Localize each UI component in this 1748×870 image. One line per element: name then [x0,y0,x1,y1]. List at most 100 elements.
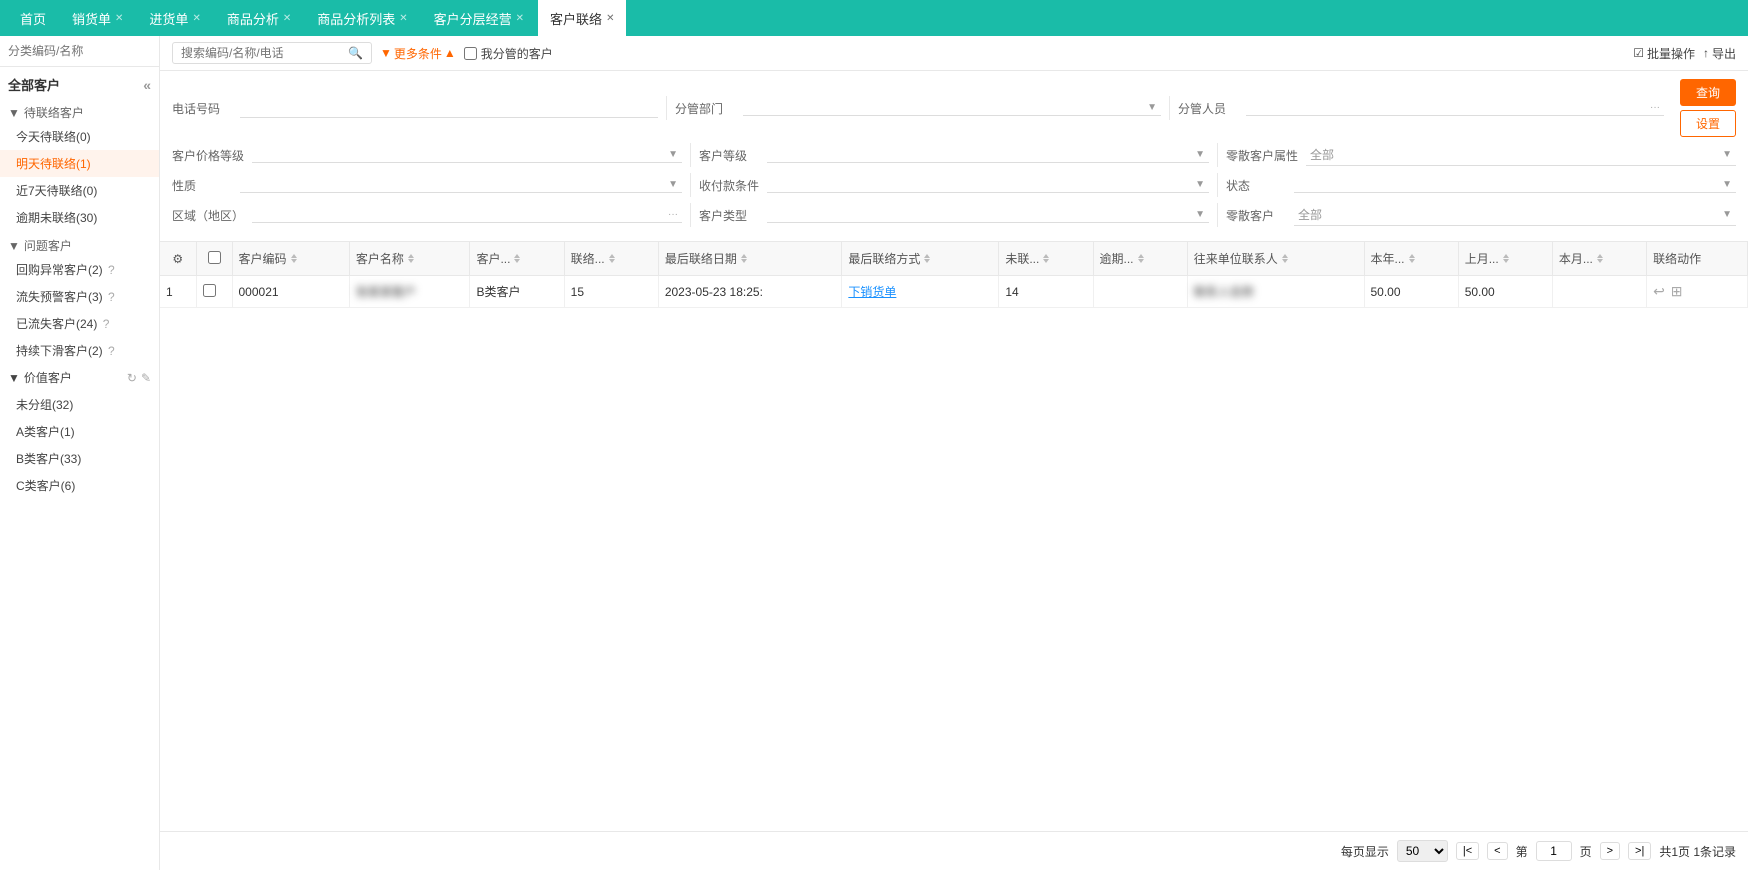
grid-icon[interactable]: ⊞ [1671,283,1683,300]
nav-home[interactable]: 首页 [8,0,58,36]
last-page-btn[interactable]: >| [1628,842,1651,860]
nav-close-sales-order[interactable]: ✕ [115,13,123,24]
region-select[interactable]: ··· [252,207,682,223]
nav-purchase-order[interactable]: 进货单 ✕ [137,0,212,36]
sidebar-item-class-a[interactable]: A类客户(1) [0,418,159,445]
sidebar-item-tomorrow-pending[interactable]: 明天待联络(1) [0,150,159,177]
col-code: 客户编码 [232,242,349,276]
status-select[interactable]: ▼ [1294,177,1736,193]
customer-name-blurred: 张某某客户 [356,285,416,299]
sidebar-item-churn-warning[interactable]: 流失预警客户(3) ? [0,283,159,310]
overdue-sort-icon[interactable] [1138,254,1144,263]
sidebar-item-class-b[interactable]: B类客户(33) [0,445,159,472]
cell-overdue [1093,276,1187,308]
customer-grade-select[interactable]: ▼ [767,147,1209,163]
price-level-select[interactable]: ▼ [252,147,682,163]
contact-method-link[interactable]: 下销货单 [848,285,896,299]
this-year-sort-icon[interactable] [1409,254,1415,263]
sidebar-item-abnormal-repurchase[interactable]: 回购异常客户(2) ? [0,256,159,283]
nav-close-customer-contact[interactable]: ✕ [606,13,614,24]
value-edit-icon[interactable]: ✎ [141,371,151,385]
uncontacted-sort-icon[interactable] [1043,254,1049,263]
manager-select[interactable]: ··· [1246,100,1664,116]
divider-6 [1217,173,1218,197]
filter-field-scatter-customer: 零散客户 全部▼ [1226,204,1736,226]
col-settings[interactable]: ⚙ [160,242,196,276]
nav-sales-order[interactable]: 销货单 ✕ [60,0,135,36]
sidebar-collapse-btn[interactable]: « [143,77,151,93]
last-month-sort-icon[interactable] [1503,254,1509,263]
reply-icon[interactable]: ↩ [1653,283,1665,300]
sidebar-item-churned[interactable]: 已流失客户(24) ? [0,310,159,337]
nature-select[interactable]: ▼ [240,177,682,193]
nav-close-purchase-order[interactable]: ✕ [192,13,200,24]
sidebar-item-7days-pending[interactable]: 近7天待联络(0) [0,177,159,204]
filter-field-customer-type: 客户类型 ▼ [699,207,1209,224]
page-suffix: 页 [1580,843,1592,860]
setting-button[interactable]: 设置 [1680,110,1736,137]
sidebar-all-customers-header: 全部客户 « [0,67,159,98]
nav-close-product-analysis[interactable]: ✕ [283,13,291,24]
page-size-select[interactable]: 50 100 200 [1397,840,1448,862]
first-page-btn[interactable]: |< [1456,842,1479,860]
sidebar-search-input[interactable] [8,44,160,58]
date-sort-icon[interactable] [741,254,747,263]
col-name: 客户名称 [349,242,470,276]
sidebar-item-today-pending[interactable]: 今天待联络(0) [0,123,159,150]
phone-input[interactable] [240,99,658,118]
table-area: ⚙ 客户编码 客户名称 [160,242,1748,831]
prev-page-btn[interactable]: < [1487,842,1507,860]
nav-product-analysis-list[interactable]: 商品分析列表 ✕ [305,0,419,36]
col-uncontacted: 未联... [999,242,1093,276]
divider-7 [690,203,691,227]
scatter-attr-select[interactable]: 全部▼ [1306,144,1736,166]
col-this-year: 本年... [1364,242,1458,276]
name-sort-icon[interactable] [408,254,414,263]
col-action: 联络动作 [1647,242,1748,276]
more-conditions-btn[interactable]: ▼ 更多条件 ▲ [380,45,456,62]
divider-5 [690,173,691,197]
nav-close-product-analysis-list[interactable]: ✕ [399,13,407,24]
cell-checkbox[interactable] [196,276,232,308]
sidebar-item-overdue-pending[interactable]: 逾期未联络(30) [0,204,159,231]
col-contacts: 联络... [564,242,658,276]
filter-icon: ▼ [380,46,392,60]
select-all-checkbox[interactable] [208,251,221,264]
nav-customer-tier[interactable]: 客户分层经营 ✕ [422,0,536,36]
filter-field-status: 状态 ▼ [1226,177,1736,194]
method-sort-icon[interactable] [924,254,930,263]
sidebar-section-problem: ▼ 问题客户 [0,231,159,256]
dept-select[interactable]: ▼ [743,100,1161,116]
value-refresh-icon[interactable]: ↻ [127,371,137,385]
cell-unit-contact: 联系人名称 [1187,276,1364,308]
cell-category: B类客户 [470,276,564,308]
sidebar-item-class-c[interactable]: C类客户(6) [0,472,159,499]
nav-customer-contact[interactable]: 客户联络 ✕ [538,0,626,36]
search-icon[interactable]: 🔍 [348,46,363,60]
customer-type-select[interactable]: ▼ [767,207,1209,223]
nav-close-customer-tier[interactable]: ✕ [516,13,524,24]
unit-contact-sort-icon[interactable] [1282,254,1288,263]
row-checkbox[interactable] [203,284,216,297]
my-customers-checkbox[interactable] [464,47,477,60]
export-btn[interactable]: ↑ 导出 [1703,45,1736,62]
this-month-sort-icon[interactable] [1597,254,1603,263]
page-input[interactable] [1536,841,1572,861]
my-customers-filter[interactable]: 我分管的客户 [464,45,553,62]
query-button[interactable]: 查询 [1680,79,1736,106]
batch-ops-btn[interactable]: ☑ 批量操作 [1633,45,1695,62]
help-icon-2: ? [103,317,110,331]
cell-index: 1 [160,276,196,308]
payment-select[interactable]: ▼ [767,177,1209,193]
nav-product-analysis[interactable]: 商品分析 ✕ [215,0,303,36]
filter-actions: ☑ 批量操作 ↑ 导出 [1633,45,1736,62]
sidebar-item-ungrouped[interactable]: 未分组(32) [0,391,159,418]
col-checkbox[interactable] [196,242,232,276]
contacts-sort-icon[interactable] [609,254,615,263]
sidebar-item-declining[interactable]: 持续下滑客户(2) ? [0,337,159,364]
code-sort-icon[interactable] [291,254,297,263]
scatter-customer-select[interactable]: 全部▼ [1294,204,1736,226]
search-input[interactable] [181,46,348,60]
next-page-btn[interactable]: > [1600,842,1620,860]
category-sort-icon[interactable] [514,254,520,263]
